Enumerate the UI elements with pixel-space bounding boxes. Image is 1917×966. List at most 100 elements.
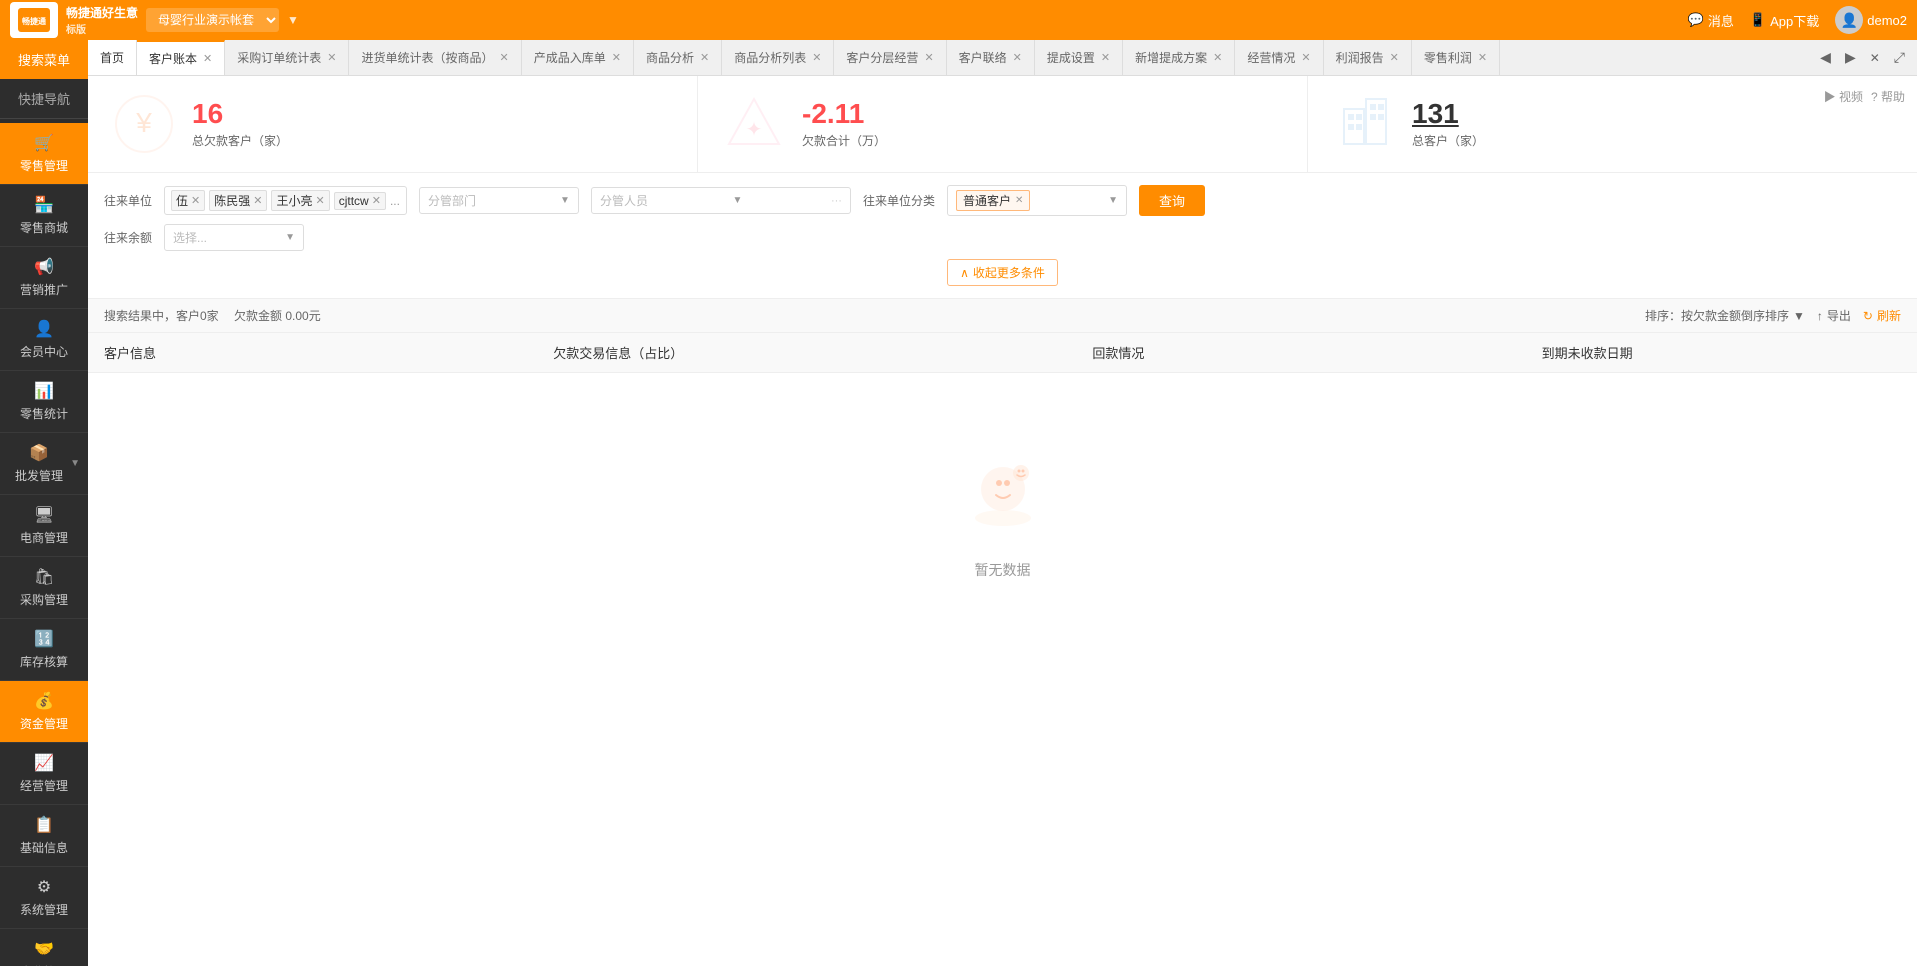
content-area: 首页 客户账本 ✕ 采购订单统计表 ✕ 进货单统计表（按商品） ✕ 产成品入库单… [88,40,1917,966]
sidebar-item-ecommerce[interactable]: 🖥 电商管理 [0,495,88,557]
sidebar-item-finance[interactable]: 💰 资金管理 [0,681,88,743]
sidebar-quick-nav[interactable]: 快捷导航 [0,79,88,119]
refresh-btn[interactable]: ↻ 刷新 [1863,307,1901,324]
tab-product-inbound[interactable]: 产成品入库单 ✕ [522,40,634,76]
collapse-btn[interactable]: ∧ 收起更多条件 [947,259,1058,286]
total-customers-label: 总客户（家） [1412,132,1484,149]
tab-customer-ledger[interactable]: 客户账本 ✕ [137,40,225,76]
tab-product-analysis-list[interactable]: 商品分析列表 ✕ [722,40,834,76]
tab-new-commission[interactable]: 新增提成方案 ✕ [1123,40,1235,76]
tab-profit-report[interactable]: 利润报告 ✕ [1324,40,1412,76]
app-download-btn[interactable]: 📱 App下载 [1750,11,1819,30]
person-filter[interactable]: 分管人员 ▼ ··· [591,187,851,214]
empty-text: 暂无数据 [975,560,1031,580]
overdue-customers-number: 16 [192,100,288,128]
unit-filter-tags[interactable]: 伍 ✕ 陈民强 ✕ 王小亮 ✕ cjttcw ✕ [164,186,407,215]
export-icon: ↑ [1817,309,1823,323]
tab-prev-btn[interactable]: ◀ [1814,45,1837,70]
filter-tag-cjttcw-close[interactable]: ✕ [372,194,381,207]
empty-illustration [963,453,1043,548]
retail-mgmt-icon: 🛒 [4,133,84,153]
filter-more-btn[interactable]: ... [390,194,400,208]
tab-product-analysis-close[interactable]: ✕ [700,51,709,64]
filter-tag-wu-close[interactable]: ✕ [191,194,200,207]
tab-product-inbound-close[interactable]: ✕ [612,51,621,64]
tab-fullscreen-btn[interactable]: ⤢ [1888,45,1911,70]
unit-filter-label: 往来单位 [104,192,152,209]
sidebar-item-member[interactable]: 👤 会员中心 [0,309,88,371]
tab-purchase-order-close[interactable]: ✕ [327,51,336,64]
retail-stats-icon: 📊 [4,381,84,401]
filter-tag-chen-close[interactable]: ✕ [253,194,262,207]
unit-class-selected-tag[interactable]: 普通客户 ✕ [956,190,1030,211]
main-layout: 搜索菜单 快捷导航 🛒 零售管理 🏪 零售商城 📢 营销推广 👤 会员中心 📊 … [0,40,1917,966]
tab-purchase-order-stats[interactable]: 采购订单统计表 ✕ [225,40,349,76]
sidebar-item-retail-mall[interactable]: 🏪 零售商城 [0,185,88,247]
filter-tag-cjttcw[interactable]: cjttcw ✕ [334,192,386,210]
video-help-btn[interactable]: ▶ 视频 [1824,88,1863,105]
tab-customer-tier-close[interactable]: ✕ [924,51,933,64]
filter-tag-chen[interactable]: 陈民强 ✕ [209,190,267,211]
ecommerce-icon: 🖥 [4,505,84,525]
sidebar-item-purchase[interactable]: 🛍 采购管理 [0,557,88,619]
balance-filter[interactable]: 选择... ▼ [164,224,304,251]
query-button[interactable]: 查询 [1139,185,1205,216]
tab-home[interactable]: 首页 [88,40,137,76]
dept-filter[interactable]: 分管部门 ▼ [419,187,579,214]
sidebar-item-basic-info[interactable]: 📋 基础信息 [0,805,88,867]
filter-tag-wu[interactable]: 伍 ✕ [171,190,205,211]
overdue-customers-label: 总欠款客户（家） [192,132,288,149]
stat-text-overdue: 16 总欠款客户（家） [192,100,288,149]
unit-class-filter[interactable]: 普通客户 ✕ ▼ [947,185,1127,216]
stat-text-amount: -2.11 欠款合计（万） [802,100,886,149]
tab-operations-close[interactable]: ✕ [1301,51,1310,64]
sidebar-item-retail-stats[interactable]: 📊 零售统计 [0,371,88,433]
results-right: 排序：按欠款金额倒序排序 ▼ ↑ 导出 ↻ 刷新 [1645,307,1901,324]
sidebar-item-collab[interactable]: 🤝 企业协同 [0,929,88,966]
unit-class-label: 往来单位分类 [863,192,935,209]
tab-customer-tier[interactable]: 客户分层经营 ✕ [834,40,946,76]
sidebar-item-wholesale[interactable]: 📦 批发管理 ▼ [0,433,88,495]
tab-customer-contact-close[interactable]: ✕ [1013,51,1022,64]
tab-retail-profit[interactable]: 零售利润 ✕ [1412,40,1500,76]
export-btn[interactable]: ↑ 导出 [1817,307,1851,324]
tab-next-btn[interactable]: ▶ [1839,45,1862,70]
tab-inbound-stats[interactable]: 进货单统计表（按商品） ✕ [349,40,521,76]
industry-select[interactable]: 母婴行业演示帐套 [146,8,279,32]
sidebar-item-system[interactable]: ⚙ 系统管理 [0,867,88,929]
tab-profit-report-close[interactable]: ✕ [1390,51,1399,64]
stat-card-overdue-amount: ✦ -2.11 欠款合计（万） [698,76,1308,172]
tab-inbound-close[interactable]: ✕ [500,51,509,64]
tab-retail-profit-close[interactable]: ✕ [1478,51,1487,64]
help-btn[interactable]: ? 帮助 [1871,88,1905,105]
filter-tag-wang-close[interactable]: ✕ [316,194,325,207]
sidebar-search[interactable]: 搜索菜单 [0,40,88,79]
results-info: 搜索结果中，客户0家 欠款金额 0.00元 [104,307,321,324]
sidebar-item-marketing[interactable]: 📢 营销推广 [0,247,88,309]
sidebar-item-inventory[interactable]: 🔢 库存核算 [0,619,88,681]
avatar: 👤 [1835,6,1863,34]
message-btn[interactable]: 💬 消息 [1688,11,1734,30]
tab-close-all-btn[interactable]: ✕ [1864,47,1886,69]
tab-customer-contact[interactable]: 客户联络 ✕ [947,40,1035,76]
sidebar-item-retail-mgmt[interactable]: 🛒 零售管理 [0,123,88,185]
filter-tag-wang[interactable]: 王小亮 ✕ [271,190,329,211]
svg-text:✦: ✦ [746,119,763,141]
tab-commission-settings[interactable]: 提成设置 ✕ [1035,40,1123,76]
user-profile[interactable]: 👤 demo2 [1835,6,1907,34]
tab-product-list-close[interactable]: ✕ [812,51,821,64]
tab-customer-ledger-close[interactable]: ✕ [203,52,212,65]
tab-commission-close[interactable]: ✕ [1101,51,1110,64]
tab-new-commission-close[interactable]: ✕ [1213,51,1222,64]
overdue-amount-number: -2.11 [802,100,886,128]
tab-controls: ◀ ▶ ✕ ⤢ [1808,45,1917,70]
stat-card-overdue-customers: ¥ 16 总欠款客户（家） [88,76,698,172]
unit-class-chevron-icon: ▼ [1108,195,1118,206]
sidebar-item-operations[interactable]: 📈 经营管理 [0,743,88,805]
unit-class-tag-close[interactable]: ✕ [1015,195,1023,206]
top-bar-left: 畅捷通 畅捷通好生意 标版 母婴行业演示帐套 ▼ [10,2,299,38]
sort-btn[interactable]: 排序：按欠款金额倒序排序 ▼ [1645,307,1805,324]
download-icon: 📱 [1750,12,1766,28]
tab-operations[interactable]: 经营情况 ✕ [1235,40,1323,76]
tab-product-analysis[interactable]: 商品分析 ✕ [634,40,722,76]
